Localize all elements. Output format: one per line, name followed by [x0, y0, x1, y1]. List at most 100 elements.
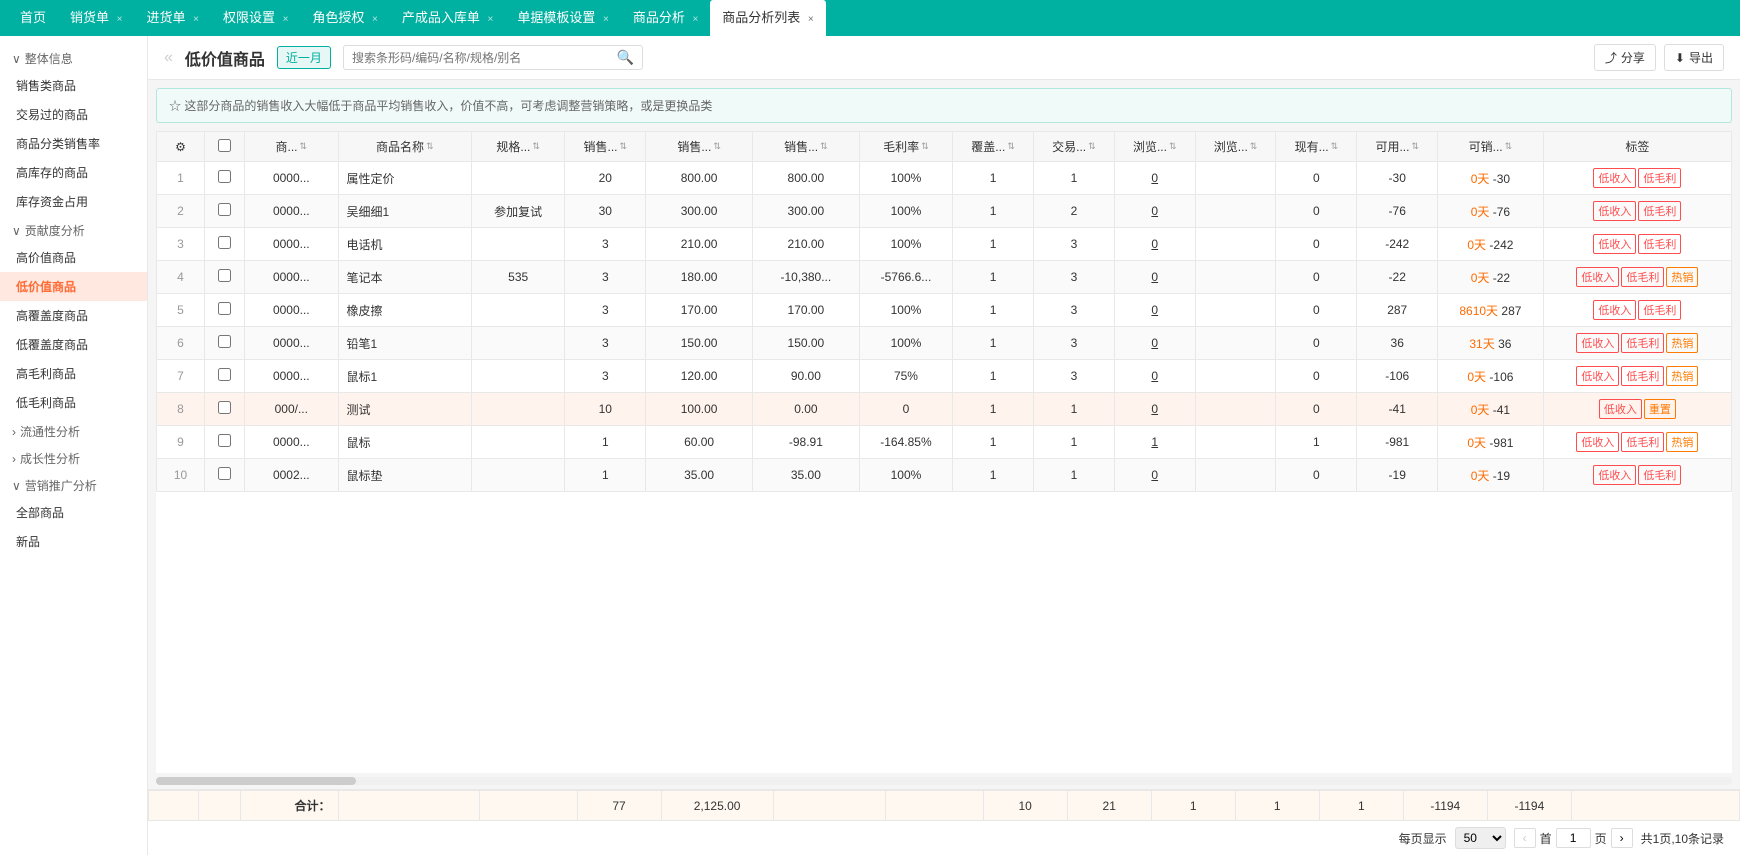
sidebar-item-new-products[interactable]: 新品 [0, 527, 147, 556]
sidebar-item-stock-capital[interactable]: 库存资金占用 [0, 187, 147, 216]
view-count-link[interactable]: 0 [1151, 369, 1158, 383]
row-checkbox[interactable] [218, 203, 231, 216]
view-count-link[interactable]: 0 [1151, 204, 1158, 218]
row-checkbox[interactable] [218, 401, 231, 414]
sidebar-item-high-value[interactable]: 高价值商品 [0, 243, 147, 272]
close-icon[interactable]: × [692, 14, 698, 25]
th-current-stock[interactable]: 现有...⇅ [1276, 132, 1357, 162]
first-page-button[interactable]: ‹ [1514, 828, 1536, 848]
row-checkbox[interactable] [218, 236, 231, 249]
sidebar-section-contribution[interactable]: ∨ 贡献度分析 [0, 216, 147, 243]
th-name[interactable]: 商品名称⇅ [338, 132, 471, 162]
view-count-link[interactable]: 0 [1151, 270, 1158, 284]
sidebar-item-all-products[interactable]: 全部商品 [0, 498, 147, 527]
nav-product-warehouse[interactable]: 产成品入库单 × [390, 0, 505, 36]
close-icon[interactable]: × [117, 14, 123, 25]
close-icon[interactable]: × [283, 14, 289, 25]
view-count-link[interactable]: 1 [1151, 435, 1158, 449]
filter-recent-month-button[interactable]: 近一月 [277, 46, 331, 69]
export-button[interactable]: ⬇ 导出 [1664, 44, 1724, 71]
sidebar-item-low-coverage[interactable]: 低覆盖度商品 [0, 330, 147, 359]
th-code[interactable]: 商...⇅ [245, 132, 338, 162]
th-avail-stock[interactable]: 可用...⇅ [1357, 132, 1438, 162]
select-all-checkbox[interactable] [218, 139, 231, 152]
sidebar-item-sales-products[interactable]: 销售类商品 [0, 71, 147, 100]
scroll-thumb[interactable] [156, 777, 356, 785]
th-coverage[interactable]: 覆盖...⇅ [953, 132, 1034, 162]
cell-checkbox[interactable] [205, 426, 245, 459]
sidebar-item-low-value[interactable]: 低价值商品 [0, 272, 147, 301]
page-number-input[interactable] [1556, 828, 1591, 848]
nav-home[interactable]: 首页 [8, 0, 58, 36]
th-gross-rate[interactable]: 毛利率⇅ [859, 132, 952, 162]
next-page-button[interactable]: › [1611, 828, 1633, 848]
th-settings[interactable]: ⚙ [157, 132, 205, 162]
view-count-link[interactable]: 0 [1151, 303, 1158, 317]
cell-view-count[interactable]: 0 [1114, 162, 1195, 195]
nav-product-analysis-list[interactable]: 商品分析列表 × [710, 0, 825, 36]
horizontal-scrollbar[interactable] [156, 777, 1732, 785]
row-checkbox[interactable] [218, 302, 231, 315]
cell-view-count[interactable]: 0 [1114, 327, 1195, 360]
row-checkbox[interactable] [218, 368, 231, 381]
share-button[interactable]: ⤴ 分享 [1594, 44, 1656, 71]
sidebar-item-low-margin[interactable]: 低毛利商品 [0, 388, 147, 417]
search-icon[interactable]: 🔍 [617, 49, 634, 66]
close-icon[interactable]: × [193, 14, 199, 25]
nav-role-auth[interactable]: 角色授权 × [300, 0, 389, 36]
view-count-link[interactable]: 0 [1151, 336, 1158, 350]
th-sale-amt-pct[interactable]: 销售...⇅ [752, 132, 859, 162]
cell-view-count[interactable]: 0 [1114, 261, 1195, 294]
sidebar-section-liquidity[interactable]: › 流通性分析 [0, 417, 147, 444]
cell-checkbox[interactable] [205, 327, 245, 360]
cell-checkbox[interactable] [205, 294, 245, 327]
nav-product-analysis[interactable]: 商品分析 × [621, 0, 710, 36]
cell-view-count[interactable]: 0 [1114, 459, 1195, 492]
cell-view-count[interactable]: 0 [1114, 195, 1195, 228]
cell-view-count[interactable]: 0 [1114, 228, 1195, 261]
th-view-rate[interactable]: 浏览...⇅ [1195, 132, 1276, 162]
cell-view-count[interactable]: 0 [1114, 294, 1195, 327]
view-count-link[interactable]: 0 [1151, 237, 1158, 251]
row-checkbox[interactable] [218, 434, 231, 447]
cell-checkbox[interactable] [205, 360, 245, 393]
sidebar-item-high-margin[interactable]: 高毛利商品 [0, 359, 147, 388]
nav-purchase-order[interactable]: 进货单 × [134, 0, 210, 36]
cell-view-count[interactable]: 0 [1114, 393, 1195, 426]
cell-checkbox[interactable] [205, 195, 245, 228]
collapse-button[interactable]: « [164, 49, 173, 67]
sidebar-item-traded-products[interactable]: 交易过的商品 [0, 100, 147, 129]
sidebar-section-marketing[interactable]: ∨ 营销推广分析 [0, 471, 147, 498]
sidebar-item-high-stock[interactable]: 高库存的商品 [0, 158, 147, 187]
row-checkbox[interactable] [218, 467, 231, 480]
th-sale-qty[interactable]: 销售...⇅ [565, 132, 646, 162]
close-icon[interactable]: × [603, 14, 609, 25]
settings-icon[interactable]: ⚙ [175, 140, 186, 154]
sidebar-item-category-sales-rate[interactable]: 商品分类销售率 [0, 129, 147, 158]
cell-checkbox[interactable] [205, 261, 245, 294]
cell-checkbox[interactable] [205, 228, 245, 261]
close-icon[interactable]: × [808, 14, 814, 25]
sidebar-section-overall[interactable]: ∨ 整体信息 [0, 44, 147, 71]
th-trade-count[interactable]: 交易...⇅ [1034, 132, 1115, 162]
row-checkbox[interactable] [218, 170, 231, 183]
view-count-link[interactable]: 0 [1151, 402, 1158, 416]
th-view-count[interactable]: 浏览...⇅ [1114, 132, 1195, 162]
cell-view-count[interactable]: 0 [1114, 360, 1195, 393]
th-checkbox[interactable] [205, 132, 245, 162]
row-checkbox[interactable] [218, 269, 231, 282]
cell-checkbox[interactable] [205, 459, 245, 492]
th-saleable-stock[interactable]: 可销...⇅ [1438, 132, 1544, 162]
th-sale-amt[interactable]: 销售...⇅ [646, 132, 753, 162]
cell-view-count[interactable]: 1 [1114, 426, 1195, 459]
per-page-select[interactable]: 50 100 200 [1455, 827, 1506, 849]
row-checkbox[interactable] [218, 335, 231, 348]
close-icon[interactable]: × [488, 14, 494, 25]
nav-permission[interactable]: 权限设置 × [211, 0, 300, 36]
sidebar-section-growth[interactable]: › 成长性分析 [0, 444, 147, 471]
search-input[interactable] [352, 51, 617, 65]
nav-sales-order[interactable]: 销货单 × [58, 0, 134, 36]
view-count-link[interactable]: 0 [1151, 171, 1158, 185]
sidebar-item-high-coverage[interactable]: 高覆盖度商品 [0, 301, 147, 330]
cell-checkbox[interactable] [205, 393, 245, 426]
